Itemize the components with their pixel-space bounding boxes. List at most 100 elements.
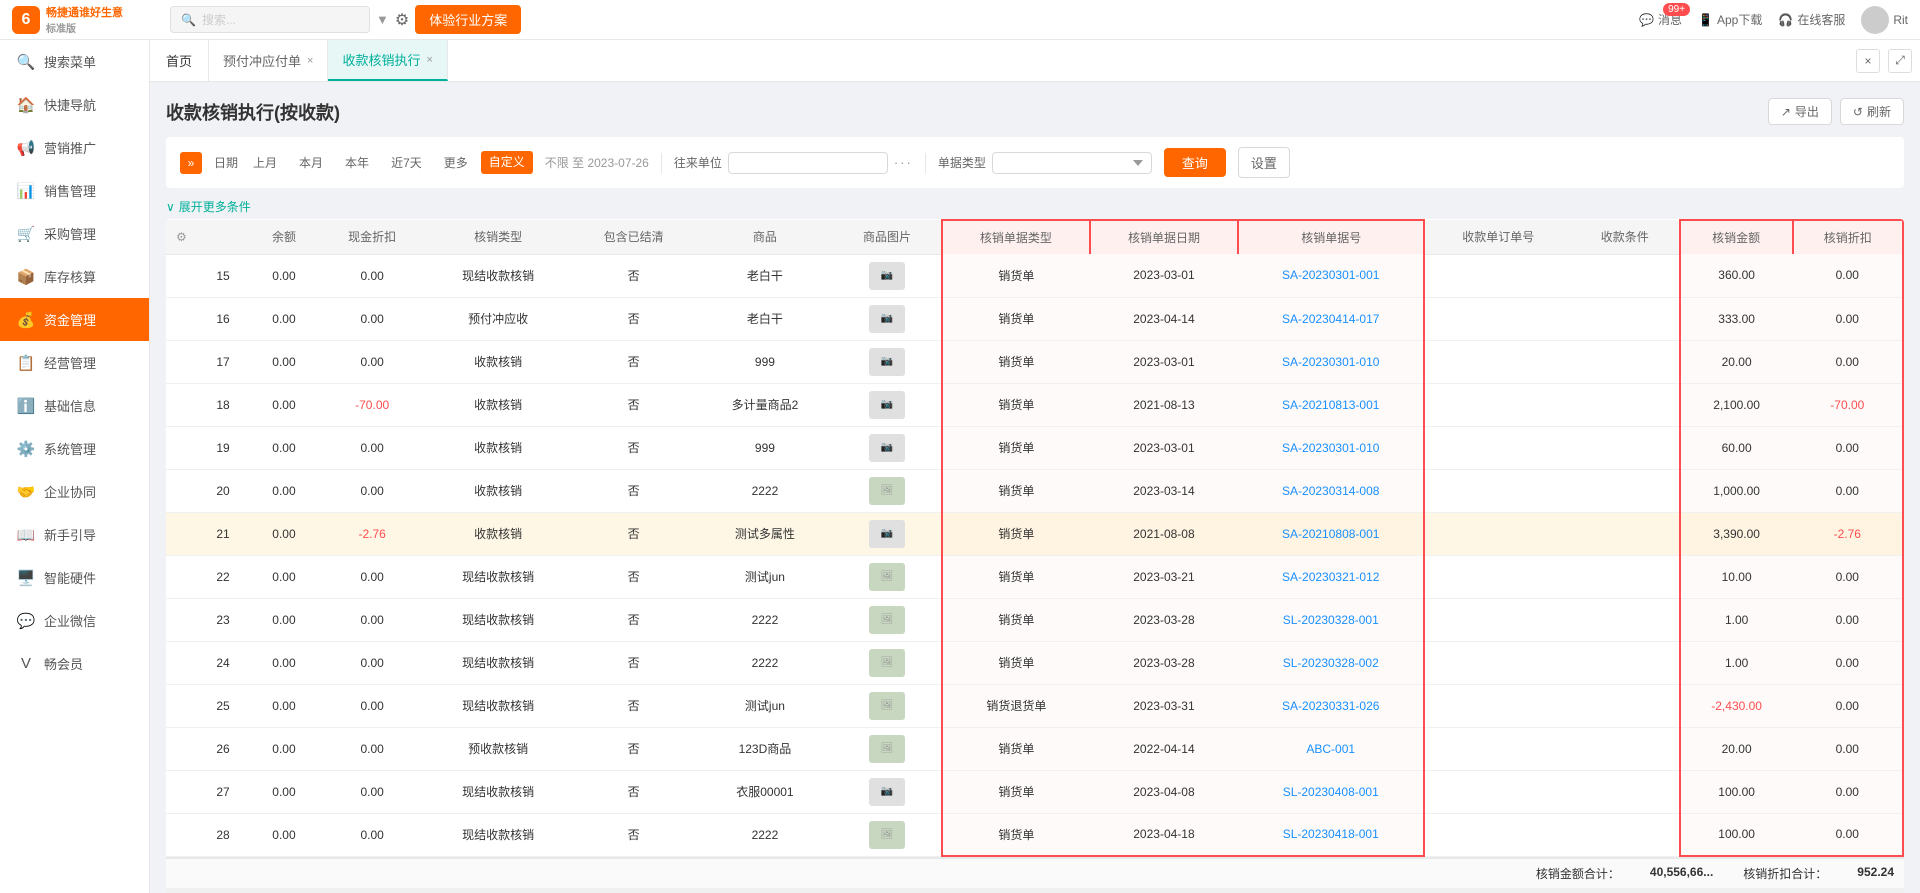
message-nav-item[interactable]: 💬 消息 99+ <box>1639 11 1682 28</box>
page-header-actions: ↗ 导出 ↺ 刷新 <box>1768 98 1904 125</box>
cell-goods-img: 📷 <box>833 297 942 340</box>
cell-receipt-condition <box>1571 469 1680 512</box>
cell-verify-no[interactable]: ABC-001 <box>1238 727 1425 770</box>
cell-goods: 测试jun <box>697 684 834 727</box>
cell-cash-discount: 0.00 <box>319 426 426 469</box>
cell-verify-no[interactable]: SA-20230321-012 <box>1238 555 1425 598</box>
cell-verify-no[interactable]: SA-20230301-010 <box>1238 340 1425 383</box>
cell-verify-no[interactable]: SA-20210808-001 <box>1238 512 1425 555</box>
filter-expand-btn[interactable]: » <box>180 152 202 174</box>
cell-verify-bill-type: 销货单 <box>942 813 1090 856</box>
sidebar-item-marketing[interactable]: 📢 营销推广 <box>0 126 149 169</box>
cell-verify-no[interactable]: SA-20230301-001 <box>1238 254 1425 297</box>
app-logo: 6 畅捷通谁好生意 标准版 <box>12 4 162 35</box>
table-settings-btn[interactable]: 设置 <box>1238 147 1290 178</box>
sidebar-item-guide[interactable]: 📖 新手引导 <box>0 513 149 556</box>
cell-verify-discount: 0.00 <box>1793 555 1903 598</box>
tab-expand-btn[interactable]: ⤢ <box>1888 49 1912 73</box>
filter-last-month[interactable]: 上月 <box>244 151 286 174</box>
col-verify-date: 核销单据日期 <box>1090 220 1238 254</box>
trial-btn[interactable]: 体验行业方案 <box>415 5 521 34</box>
tab-verify-close[interactable]: × <box>426 54 432 66</box>
cell-verify-date: 2023-03-28 <box>1090 641 1238 684</box>
filter-partner-input[interactable] <box>728 152 888 174</box>
sidebar-item-inventory[interactable]: 📦 库存核算 <box>0 255 149 298</box>
expand-more-btn[interactable]: ∨ 展开更多条件 <box>166 198 1904 215</box>
sidebar-item-member[interactable]: V 畅会员 <box>0 642 149 685</box>
user-nav-item[interactable]: Rit <box>1861 6 1908 34</box>
cell-verify-date: 2021-08-08 <box>1090 512 1238 555</box>
table-scroll-bar[interactable] <box>166 888 1904 893</box>
cell-include-settled: 否 <box>571 641 697 684</box>
filter-partner-label: 往来单位 <box>674 154 722 171</box>
sidebar-item-sales[interactable]: 📊 销售管理 <box>0 169 149 212</box>
sidebar-item-system[interactable]: ⚙️ 系统管理 <box>0 427 149 470</box>
sidebar-item-collab[interactable]: 🤝 企业协同 <box>0 470 149 513</box>
filter-custom-date[interactable]: 自定义 <box>481 151 533 174</box>
table-row: 160.000.00预付冲应收否老白干📷销货单2023-04-14SA-2023… <box>166 297 1903 340</box>
cell-verify-amount: 100.00 <box>1680 813 1793 856</box>
col-goods-img: 商品图片 <box>833 220 942 254</box>
sidebar-item-nav[interactable]: 🏠 快捷导航 <box>0 83 149 126</box>
tab-prepay[interactable]: 预付冲应付单 × <box>209 40 328 81</box>
cell-verify-type: 收款核销 <box>426 469 571 512</box>
filter-this-year[interactable]: 本年 <box>336 151 378 174</box>
col-verify-type: 核销类型 <box>426 220 571 254</box>
cell-cash-discount: 0.00 <box>319 254 426 297</box>
home-icon: 🏠 <box>16 96 36 114</box>
cell-verify-no[interactable]: SA-20230314-008 <box>1238 469 1425 512</box>
cell-verify-no[interactable]: SL-20230408-001 <box>1238 770 1425 813</box>
export-btn[interactable]: ↗ 导出 <box>1768 98 1832 125</box>
cell-verify-bill-type: 销货单 <box>942 340 1090 383</box>
col-settings[interactable]: ⚙ <box>166 220 197 254</box>
cell-verify-discount: 0.00 <box>1793 813 1903 856</box>
cell-verify-amount: 20.00 <box>1680 340 1793 383</box>
tab-home[interactable]: 首页 <box>150 40 209 81</box>
sidebar-item-finance[interactable]: 💰 资金管理 <box>0 298 149 341</box>
cell-verify-bill-type: 销货单 <box>942 641 1090 684</box>
tab-close-btn[interactable]: × <box>1856 49 1880 73</box>
cell-receipt-order <box>1424 469 1570 512</box>
tab-prepay-close[interactable]: × <box>307 55 313 67</box>
settings-icon[interactable]: ⚙ <box>395 10 409 30</box>
refresh-btn[interactable]: ↺ 刷新 <box>1840 98 1904 125</box>
cell-include-settled: 否 <box>571 813 697 856</box>
filter-partner-dots[interactable]: ··· <box>894 155 913 170</box>
online-service-nav-item[interactable]: 🎧 在线客服 <box>1778 11 1845 28</box>
col-balance: 余额 <box>249 220 318 254</box>
table-row: 240.000.00现结收款核销否2222🖼销货单2023-03-28SL-20… <box>166 641 1903 684</box>
cell-verify-no[interactable]: SA-20230331-026 <box>1238 684 1425 727</box>
query-btn[interactable]: 查询 <box>1164 148 1226 177</box>
footer-amount-value: 40,556,66... <box>1650 865 1713 882</box>
filter-7days[interactable]: 近7天 <box>382 151 431 174</box>
sidebar-item-basic[interactable]: ℹ️ 基础信息 <box>0 384 149 427</box>
sidebar-item-hardware[interactable]: 🖥️ 智能硬件 <box>0 556 149 599</box>
sidebar-item-search[interactable]: 🔍 搜索菜单 <box>0 40 149 83</box>
cell-verify-no[interactable]: SA-20230301-010 <box>1238 426 1425 469</box>
cell-verify-no[interactable]: SA-20230414-017 <box>1238 297 1425 340</box>
cell-verify-no[interactable]: SL-20230418-001 <box>1238 813 1425 856</box>
cell-goods: 测试多属性 <box>697 512 834 555</box>
filter-this-month[interactable]: 本月 <box>290 151 332 174</box>
filter-more-dates[interactable]: 更多 <box>435 151 477 174</box>
cell-verify-no[interactable]: SA-20210813-001 <box>1238 383 1425 426</box>
app-download-nav-item[interactable]: 📱 App下载 <box>1698 11 1762 28</box>
cell-verify-date: 2023-04-08 <box>1090 770 1238 813</box>
cell-verify-no[interactable]: SL-20230328-001 <box>1238 598 1425 641</box>
cell-verify-discount: 0.00 <box>1793 469 1903 512</box>
sidebar-item-wechat[interactable]: 💬 企业微信 <box>0 599 149 642</box>
cell-seq: 17 <box>197 340 250 383</box>
filter-bill-type-select[interactable] <box>992 152 1152 174</box>
cell-verify-no[interactable]: SL-20230328-002 <box>1238 641 1425 684</box>
filter-date-range: 不限 至 2023-07-26 <box>545 154 649 171</box>
col-verify-no: 核销单据号 <box>1238 220 1425 254</box>
col-cash-discount: 现金折扣 <box>319 220 426 254</box>
tab-verify[interactable]: 收款核销执行 × <box>328 40 447 81</box>
dropdown-icon[interactable]: ▼ <box>376 12 389 27</box>
cell-receipt-order <box>1424 297 1570 340</box>
sidebar-item-purchase[interactable]: 🛒 采购管理 <box>0 212 149 255</box>
sidebar-item-operations[interactable]: 📋 经营管理 <box>0 341 149 384</box>
cell-balance: 0.00 <box>249 727 318 770</box>
cell-balance: 0.00 <box>249 383 318 426</box>
cell-balance: 0.00 <box>249 426 318 469</box>
